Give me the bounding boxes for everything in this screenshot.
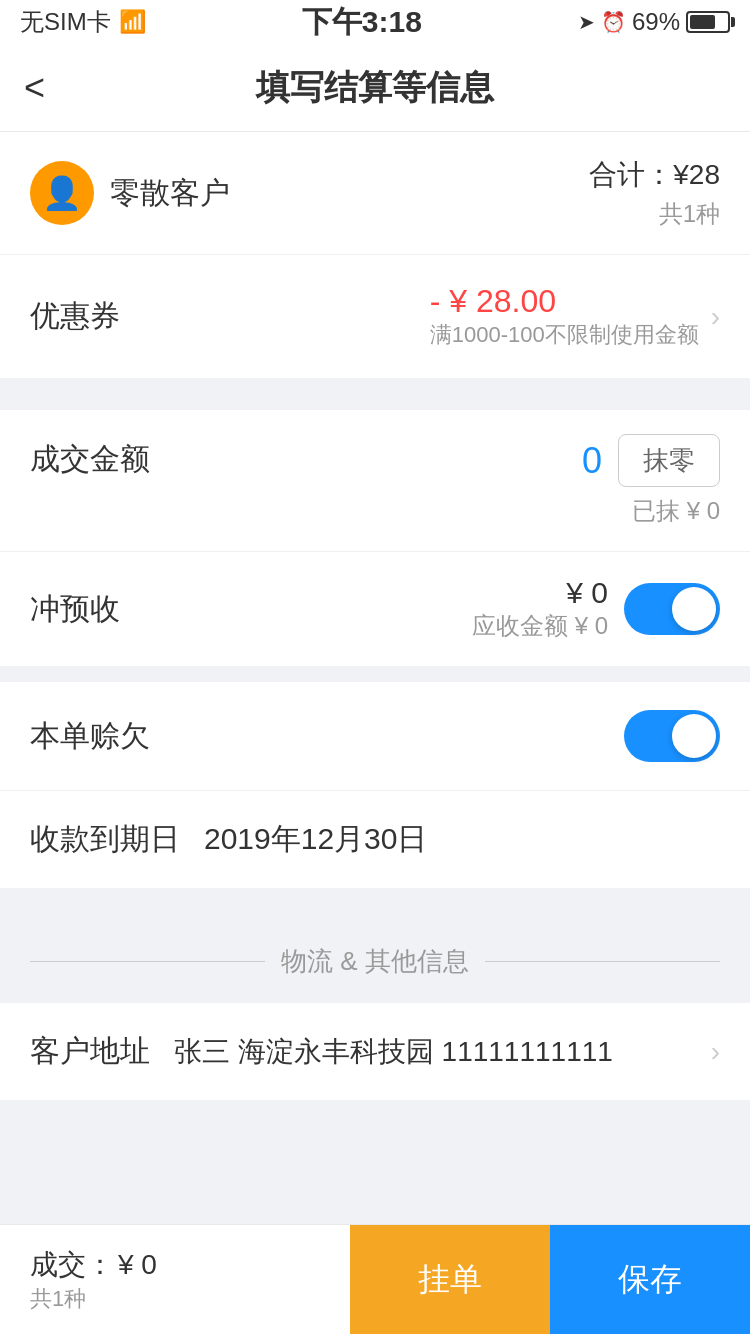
prereceive-toggle[interactable] xyxy=(624,583,720,635)
address-label: 客户地址 xyxy=(30,1031,150,1072)
status-time: 下午3:18 xyxy=(302,2,422,43)
save-button[interactable]: 保存 xyxy=(550,1225,750,1334)
chevron-right-icon: › xyxy=(711,301,720,333)
amount-label: 成交金额 xyxy=(30,434,150,484)
debt-row: 本单赊欠 xyxy=(0,682,750,790)
back-button[interactable]: < xyxy=(24,67,45,109)
status-right: ➤ ⏰ 69% xyxy=(578,8,730,36)
battery-icon xyxy=(686,11,730,33)
separator-1 xyxy=(0,394,750,410)
coupon-description: 满1000-100不限制使用金额 xyxy=(430,320,699,350)
alarm-icon: ⏰ xyxy=(601,10,626,34)
toggle-knob xyxy=(672,587,716,631)
customer-right: 合计：¥28 共1种 xyxy=(589,156,720,230)
customer-section: 👤 零散客户 合计：¥28 共1种 优惠券 - ¥ 28.00 满1000-10… xyxy=(0,132,750,378)
debt-label: 本单赊欠 xyxy=(30,716,150,757)
coupon-right: - ¥ 28.00 满1000-100不限制使用金额 › xyxy=(430,283,720,350)
amount-value: 0 xyxy=(582,440,602,482)
address-section: 客户地址 张三 海淀永丰科技园 11111111111 › xyxy=(0,1003,750,1100)
debt-section: 本单赊欠 收款到期日 2019年12月30日 xyxy=(0,682,750,888)
logistics-line-right xyxy=(485,961,720,962)
coupon-discount: - ¥ 28.00 xyxy=(430,283,699,320)
coupon-row[interactable]: 优惠券 - ¥ 28.00 满1000-100不限制使用金额 › xyxy=(0,254,750,378)
prereceive-label: 冲预收 xyxy=(30,589,120,630)
customer-row: 👤 零散客户 合计：¥28 共1种 xyxy=(0,132,750,254)
avatar-icon: 👤 xyxy=(42,174,82,212)
carrier-label: 无SIM卡 xyxy=(20,6,111,38)
round-zero-button[interactable]: 抹零 xyxy=(618,434,720,487)
bottom-bar: 成交： ¥ 0 共1种 挂单 保存 xyxy=(0,1224,750,1334)
amount-right: 0 抹零 xyxy=(582,434,720,487)
wifi-icon: 📶 xyxy=(119,9,146,35)
status-bar: 无SIM卡 📶 下午3:18 ➤ ⏰ 69% xyxy=(0,0,750,44)
bottom-deal-amount: ¥ 0 xyxy=(118,1249,157,1281)
prereceive-sub-amount: 应收金额 ¥ 0 xyxy=(472,610,608,642)
duedate-label: 收款到期日 xyxy=(30,819,180,860)
page-title: 填写结算等信息 xyxy=(256,65,494,111)
prereceive-row: 冲预收 ¥ 0 应收金额 ¥ 0 xyxy=(0,551,750,666)
total-count: 共1种 xyxy=(589,198,720,230)
amount-section: 成交金额 0 抹零 已抹 ¥ 0 xyxy=(0,410,750,551)
prereceive-amounts: ¥ 0 应收金额 ¥ 0 xyxy=(472,576,608,642)
bottom-deal-label: 成交： xyxy=(30,1246,114,1284)
total-amount: 合计：¥28 xyxy=(589,156,720,194)
prereceive-main-amount: ¥ 0 xyxy=(472,576,608,610)
status-left: 无SIM卡 📶 xyxy=(20,6,146,38)
location-icon: ➤ xyxy=(578,10,595,34)
battery-percent: 69% xyxy=(632,8,680,36)
customer-left: 👤 零散客户 xyxy=(30,161,230,225)
nav-bar: < 填写结算等信息 xyxy=(0,44,750,132)
battery-fill xyxy=(690,15,715,29)
bottom-count: 共1种 xyxy=(30,1284,320,1314)
bottom-info: 成交： ¥ 0 共1种 xyxy=(0,1225,350,1334)
address-value: 张三 海淀永丰科技园 11111111111 xyxy=(174,1033,707,1071)
coupon-info: - ¥ 28.00 满1000-100不限制使用金额 xyxy=(430,283,699,350)
logistics-section: 物流 & 其他信息 xyxy=(0,920,750,1003)
customer-avatar: 👤 xyxy=(30,161,94,225)
amount-sub-text: 已抹 ¥ 0 xyxy=(30,495,720,527)
debt-toggle[interactable] xyxy=(624,710,720,762)
amount-row: 成交金额 0 抹零 xyxy=(30,434,720,487)
address-row[interactable]: 客户地址 张三 海淀永丰科技园 11111111111 › xyxy=(0,1003,750,1100)
hang-order-button[interactable]: 挂单 xyxy=(350,1225,550,1334)
duedate-value: 2019年12月30日 xyxy=(204,819,427,860)
prereceive-right: ¥ 0 应收金额 ¥ 0 xyxy=(472,576,720,642)
duedate-row: 收款到期日 2019年12月30日 xyxy=(0,790,750,888)
separator-2 xyxy=(0,666,750,682)
separator-3 xyxy=(0,904,750,920)
coupon-label: 优惠券 xyxy=(30,296,120,337)
customer-name: 零散客户 xyxy=(110,173,230,214)
main-content: 👤 零散客户 合计：¥28 共1种 优惠券 - ¥ 28.00 满1000-10… xyxy=(0,132,750,1334)
debt-toggle-knob xyxy=(672,714,716,758)
address-chevron-icon: › xyxy=(711,1036,720,1068)
logistics-line-left xyxy=(30,961,265,962)
logistics-label: 物流 & 其他信息 xyxy=(281,944,469,979)
bottom-deal-row: 成交： ¥ 0 xyxy=(30,1246,320,1284)
